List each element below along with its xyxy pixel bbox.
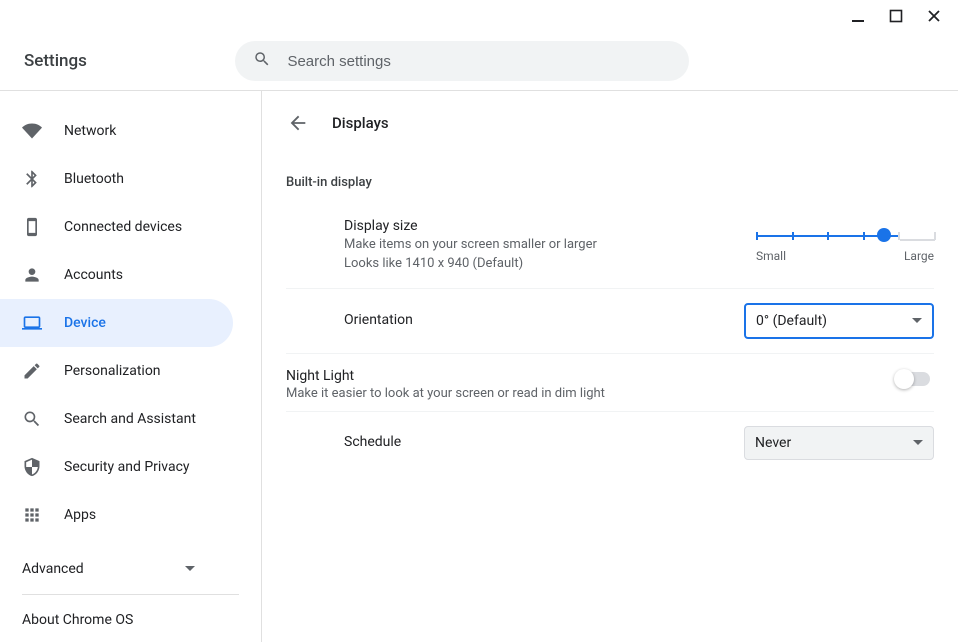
chevron-down-icon [913, 440, 923, 445]
slider-label-large: Large [904, 249, 934, 263]
sidebar-about[interactable]: About Chrome OS [0, 599, 261, 642]
sidebar-advanced-toggle[interactable]: Advanced [0, 547, 217, 590]
sidebar-item-security-privacy[interactable]: Security and Privacy [0, 443, 233, 491]
chevron-down-icon [185, 566, 195, 571]
display-size-slider[interactable] [756, 229, 934, 243]
slider-label-small: Small [756, 249, 786, 263]
sidebar-item-label: Bluetooth [64, 171, 124, 187]
sidebar-item-search-assistant[interactable]: Search and Assistant [0, 395, 233, 443]
sidebar-item-label: Connected devices [64, 219, 182, 235]
chevron-down-icon [912, 318, 922, 323]
person-icon [22, 265, 42, 285]
advanced-label: Advanced [22, 561, 84, 577]
app-title: Settings [24, 51, 87, 71]
row-display-size: Display size Make items on your screen s… [286, 204, 934, 289]
window-close-button[interactable] [924, 6, 944, 26]
schedule-title: Schedule [344, 434, 744, 450]
wifi-icon [22, 121, 42, 141]
about-label: About Chrome OS [22, 612, 133, 628]
bluetooth-icon [22, 169, 42, 189]
display-size-title: Display size [344, 218, 756, 234]
toggle-knob [894, 369, 914, 389]
page-title: Displays [332, 114, 389, 132]
sidebar-item-apps[interactable]: Apps [0, 491, 233, 539]
schedule-dropdown[interactable]: Never [744, 426, 934, 460]
search-icon [22, 409, 42, 429]
night-light-desc: Make it easier to look at your screen or… [286, 386, 605, 401]
window-maximize-button[interactable] [886, 6, 906, 26]
sidebar-item-bluetooth[interactable]: Bluetooth [0, 155, 233, 203]
sidebar-item-network[interactable]: Network [0, 107, 233, 155]
night-light-title: Night Light [286, 368, 605, 384]
sidebar-item-label: Accounts [64, 267, 123, 283]
main-panel: Displays Built-in display Display size M… [262, 91, 958, 642]
search-container[interactable] [235, 41, 689, 81]
orientation-value: 0° (Default) [756, 313, 827, 329]
row-schedule: Schedule Never [286, 411, 934, 474]
sidebar-item-label: Device [64, 315, 106, 331]
section-built-in-display: Built-in display [286, 175, 934, 190]
sidebar-item-label: Personalization [64, 363, 161, 379]
night-light-toggle[interactable] [896, 372, 930, 386]
shield-icon [22, 457, 42, 477]
window-minimize-button[interactable] [848, 6, 868, 26]
sidebar-divider [22, 594, 239, 595]
search-input[interactable] [287, 53, 671, 70]
sidebar-item-label: Network [64, 123, 116, 139]
search-icon [253, 50, 271, 72]
sidebar-item-label: Search and Assistant [64, 411, 196, 427]
apps-icon [22, 505, 42, 525]
schedule-value: Never [755, 435, 791, 451]
orientation-title: Orientation [344, 312, 744, 328]
back-button[interactable] [286, 111, 310, 135]
display-size-desc1: Make items on your screen smaller or lar… [344, 236, 756, 255]
sidebar-item-connected-devices[interactable]: Connected devices [0, 203, 233, 251]
sidebar-item-label: Security and Privacy [64, 459, 190, 475]
pencil-icon [22, 361, 42, 381]
orientation-dropdown[interactable]: 0° (Default) [744, 303, 934, 339]
app-header: Settings [0, 32, 958, 90]
window-titlebar [0, 0, 958, 32]
display-size-desc2: Looks like 1410 x 940 (Default) [344, 255, 756, 274]
sidebar-item-personalization[interactable]: Personalization [0, 347, 233, 395]
sidebar: Network Bluetooth Connected devices Acco… [0, 91, 262, 642]
sidebar-item-accounts[interactable]: Accounts [0, 251, 233, 299]
sidebar-item-label: Apps [64, 507, 96, 523]
sidebar-item-device[interactable]: Device [0, 299, 233, 347]
laptop-icon [22, 313, 42, 333]
phone-icon [22, 217, 42, 237]
row-orientation: Orientation 0° (Default) [286, 289, 934, 354]
